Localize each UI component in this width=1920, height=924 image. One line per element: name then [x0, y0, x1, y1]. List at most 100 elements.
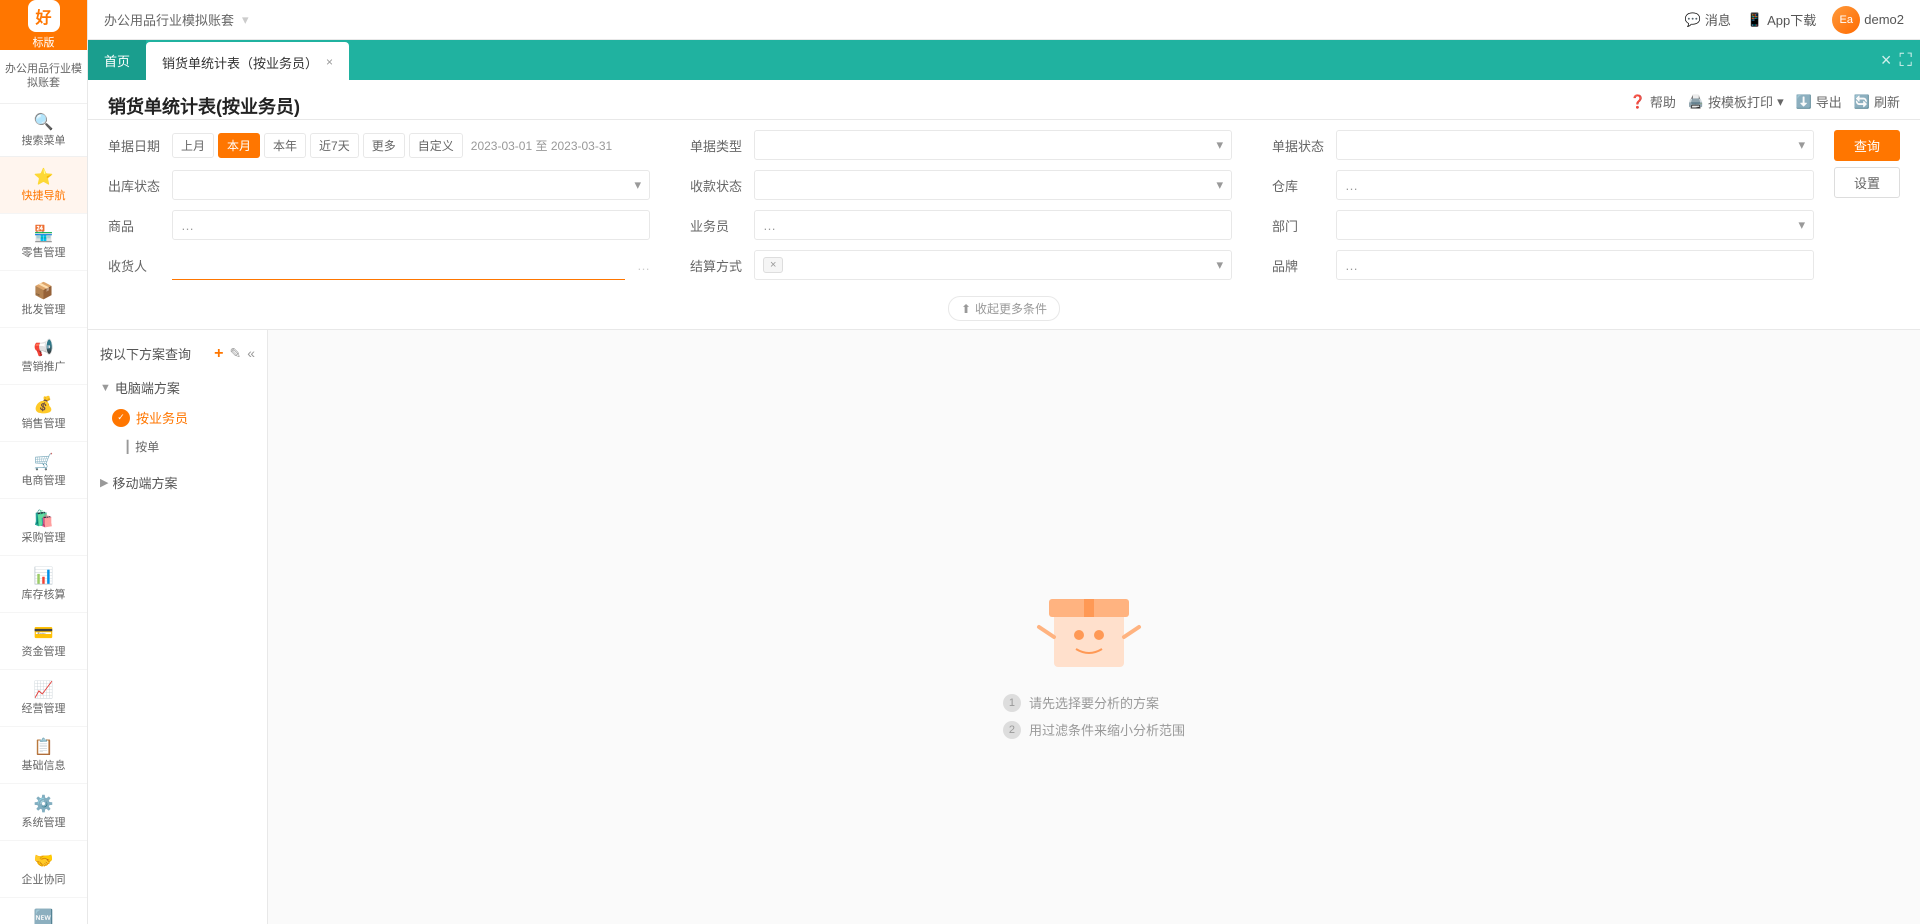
app-download-btn[interactable]: 📱 App下载 [1747, 10, 1816, 29]
export-label: 导出 [1816, 92, 1842, 111]
tab-bar: 首页 销货单统计表（按业务员） × × ⛶ [88, 40, 1920, 80]
settlement-label: 结算方式 [690, 256, 746, 275]
help-btn[interactable]: ❓ 帮助 [1630, 92, 1676, 111]
empty-tip-2: 2 用过滤条件来缩小分析范围 [1003, 720, 1185, 739]
settlement-tag-close[interactable]: × [770, 259, 776, 271]
doc-status-arrow: ▾ [1798, 137, 1805, 153]
filter-doc-status: 单据状态 ▾ [1272, 130, 1814, 160]
filter-brand: 品牌 … [1272, 250, 1814, 280]
help-icon: ❓ [1630, 94, 1646, 110]
app-download-label: App下载 [1767, 10, 1816, 29]
finance-icon: 💳 [34, 623, 54, 643]
export-btn[interactable]: ⬇️ 导出 [1796, 92, 1842, 111]
sidebar-item-basic[interactable]: 📋 基础信息 [0, 727, 87, 784]
scheme-item-by-salesman[interactable]: ✓ 按业务员 [88, 402, 267, 433]
out-status-label: 出库状态 [108, 176, 164, 195]
dept-select[interactable]: ▾ [1336, 210, 1814, 240]
doc-status-select[interactable]: ▾ [1336, 130, 1814, 160]
refresh-btn[interactable]: 🔄 刷新 [1854, 92, 1900, 111]
sidebar-item-inventory[interactable]: 📊 库存核算 [0, 556, 87, 613]
salesman-label: 业务员 [690, 216, 746, 235]
out-status-arrow: ▾ [634, 177, 641, 193]
search-menu-icon: 🔍 [34, 112, 54, 132]
brand-label: 品牌 [1272, 256, 1328, 275]
message-icon: 💬 [1685, 12, 1701, 28]
sidebar-item-purchase[interactable]: 🛍️ 采购管理 [0, 499, 87, 556]
settlement-select[interactable]: × ▾ [754, 250, 1232, 280]
salesman-select[interactable]: … [754, 210, 1232, 240]
mobile-group-title[interactable]: ▶ 移动端方案 [88, 468, 267, 497]
warehouse-select[interactable]: … [1336, 170, 1814, 200]
scheme-edit-icon[interactable]: ✎ [229, 345, 241, 363]
collapse-label: 收起更多条件 [975, 300, 1047, 317]
breadcrumb: 办公用品行业模拟账套 ▾ [104, 10, 249, 29]
goods-select[interactable]: … [172, 210, 650, 240]
sidebar-item-ecommerce[interactable]: 🛒 电商管理 [0, 442, 87, 499]
scheme-add-icon[interactable]: + [214, 345, 223, 363]
active-scheme-label: 按业务员 [136, 408, 188, 427]
pc-group-label: 电脑端方案 [115, 378, 180, 397]
tab-maximize-icon[interactable]: ⛶ [1899, 50, 1912, 71]
page-title: 销货单统计表(按业务员) [108, 93, 300, 119]
filter-section: 单据日期 上月 本月 本年 近7天 更多 自定义 2023-03-01 至 20… [88, 120, 1920, 330]
collapse-btn[interactable]: ⬆ 收起更多条件 [948, 296, 1060, 321]
pc-group-title[interactable]: ▼ 电脑端方案 [88, 373, 267, 402]
search-menu-item[interactable]: 🔍 搜索菜单 [0, 104, 87, 157]
date-last-month-btn[interactable]: 上月 [172, 133, 214, 158]
receiver-input[interactable] [172, 250, 625, 280]
sidebar-item-system[interactable]: ⚙️ 系统管理 [0, 784, 87, 841]
mobile-group-arrow: ▶ [100, 476, 108, 489]
query-btn[interactable]: 查询 [1834, 130, 1900, 161]
tab-minimize-icon[interactable]: × [1881, 50, 1892, 71]
filter-row-3: 商品 … 业务员 … [108, 210, 1814, 240]
user-profile[interactable]: Ea demo2 [1832, 6, 1904, 34]
doc-status-label: 单据状态 [1272, 136, 1328, 155]
avatar: Ea [1832, 6, 1860, 34]
scheme-active-icon: ✓ [112, 409, 130, 427]
scheme-collapse-icon[interactable]: « [247, 345, 255, 363]
sidebar-item-retail[interactable]: 🏪 零售管理 [0, 214, 87, 271]
payment-status-select[interactable]: ▾ [754, 170, 1232, 200]
marketing-label: 营销推广 [22, 358, 66, 374]
sidebar-search-section[interactable]: 办公用品行业模拟账套 [0, 50, 87, 104]
sidebar-item-sales[interactable]: 💰 销售管理 [0, 385, 87, 442]
sidebar-item-marketing[interactable]: 📢 营销推广 [0, 328, 87, 385]
filter-date: 单据日期 上月 本月 本年 近7天 更多 自定义 2023-03-01 至 20… [108, 133, 650, 158]
retail-label: 零售管理 [22, 244, 66, 260]
print-btn[interactable]: 🖨️ 按模板打印 ▾ [1688, 92, 1784, 111]
scheme-panel-actions: + ✎ « [214, 345, 255, 363]
brand-dots: … [1345, 258, 1358, 273]
tab-home[interactable]: 首页 [88, 40, 146, 80]
settings-btn[interactable]: 设置 [1834, 167, 1900, 198]
quick-nav-icon: ⭐ [34, 167, 54, 187]
tip-num-2: 2 [1003, 721, 1021, 739]
sidebar-item-wholesale[interactable]: 📦 批发管理 [0, 271, 87, 328]
quick-nav-item[interactable]: ⭐ 快捷导航 [0, 157, 87, 214]
doc-type-select[interactable]: ▾ [754, 130, 1232, 160]
empty-state: 1 请先选择要分析的方案 2 用过滤条件来缩小分析范围 [1003, 577, 1185, 747]
sidebar-item-newbie[interactable]: 🆕 新手引导 [0, 898, 87, 924]
sidebar-item-enterprise[interactable]: 🤝 企业协同 [0, 841, 87, 898]
basic-icon: 📋 [34, 737, 54, 757]
message-btn[interactable]: 💬 消息 [1685, 10, 1731, 29]
date-this-year-btn[interactable]: 本年 [264, 133, 306, 158]
out-status-select[interactable]: ▾ [172, 170, 650, 200]
date-custom-btn[interactable]: 自定义 [409, 133, 463, 158]
filter-salesman: 业务员 … [690, 210, 1232, 240]
print-arrow: ▾ [1777, 94, 1784, 110]
sidebar-item-operations[interactable]: 📈 经营管理 [0, 670, 87, 727]
date-this-month-btn[interactable]: 本月 [218, 133, 260, 158]
date-last7-btn[interactable]: 近7天 [310, 133, 359, 158]
date-more-btn[interactable]: 更多 [363, 133, 405, 158]
brand-select[interactable]: … [1336, 250, 1814, 280]
logo-icon: 好 [28, 0, 60, 32]
scheme-sub-item-by-order[interactable]: ┃ 按单 [88, 433, 267, 460]
filter-doc-type: 单据类型 ▾ [690, 130, 1232, 160]
system-icon: ⚙️ [34, 794, 54, 814]
breadcrumb-text: 办公用品行业模拟账套 [104, 10, 234, 29]
tab-close-btn[interactable]: × [326, 55, 333, 69]
doc-type-label: 单据类型 [690, 136, 746, 155]
brand-label: 标版 [33, 34, 55, 50]
tab-active[interactable]: 销货单统计表（按业务员） × [146, 42, 349, 82]
sidebar-item-finance[interactable]: 💳 资金管理 [0, 613, 87, 670]
